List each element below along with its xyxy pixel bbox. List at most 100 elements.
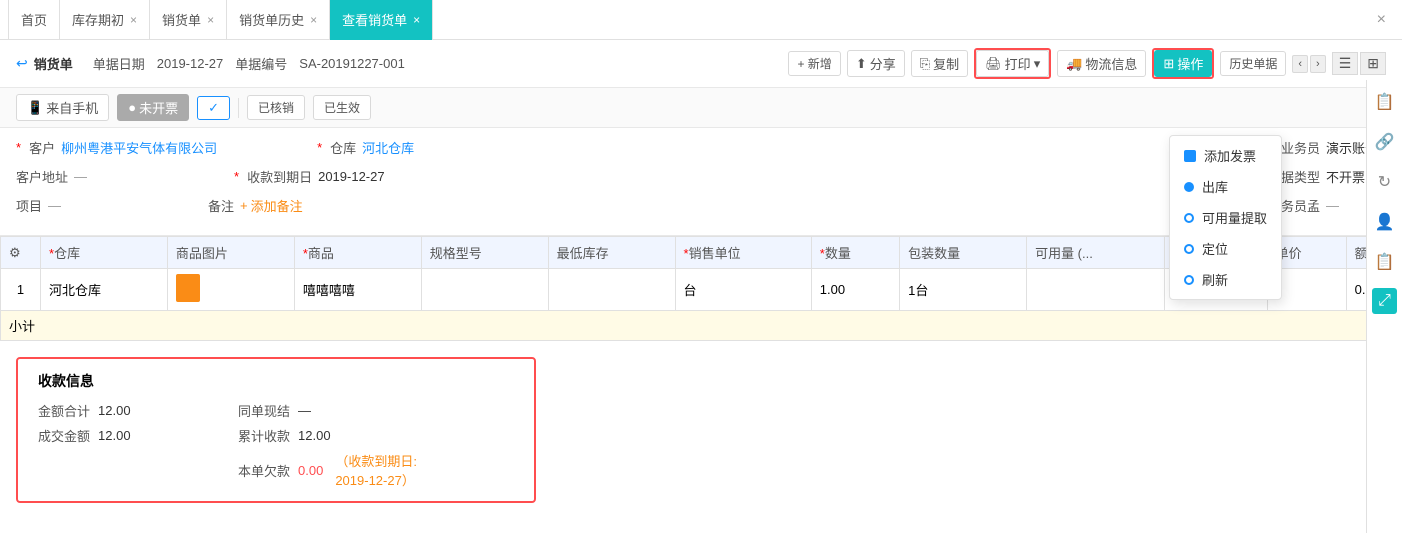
address-field: 客户地址 — xyxy=(16,167,134,186)
dropdown-menu: 添加发票 出库 可用量提取 定位 刷新 xyxy=(1169,135,1282,300)
due-date-label: 收款到期日 xyxy=(247,167,312,186)
notes-label: 备注 xyxy=(208,196,234,215)
sidebar-icon-2[interactable]: 🔗 xyxy=(1371,128,1399,156)
row-warehouse: 河北仓库 xyxy=(41,269,168,311)
logistics-button[interactable]: 🚚 物流信息 xyxy=(1057,50,1146,77)
settle-value: — xyxy=(298,403,311,418)
settle-label: 同单现结 xyxy=(238,401,290,420)
cancelled-button[interactable]: 已核销 xyxy=(247,95,305,120)
product-thumbnail xyxy=(176,274,200,302)
check-icon: ✓ xyxy=(208,100,219,116)
overdue-value: 0.00 xyxy=(298,463,323,478)
subtotal-row: 小计 xyxy=(1,311,1402,341)
doc-icon: ↩ xyxy=(16,55,28,72)
locate-item[interactable]: 定位 xyxy=(1170,233,1281,264)
list-view-button[interactable]: ☰ xyxy=(1332,52,1359,75)
window-close-button[interactable]: × xyxy=(1377,11,1394,29)
deal-label: 成交金额 xyxy=(38,426,90,445)
not-opened-button[interactable]: ● 未开票 xyxy=(117,94,189,121)
subtotal-label: 小计 xyxy=(1,311,1402,341)
sidebar-icon-5[interactable]: 📋 xyxy=(1371,248,1399,276)
outbound-item[interactable]: 出库 xyxy=(1170,171,1281,202)
tab-sales-order[interactable]: 销货单 × xyxy=(150,0,227,40)
tab-home[interactable]: 首页 xyxy=(8,0,60,40)
tab-close-sales[interactable]: × xyxy=(207,13,214,27)
copy-button[interactable]: ⎘ 复制 xyxy=(911,50,968,77)
customer-value[interactable]: 柳州粤港平安气体有限公司 xyxy=(61,138,217,157)
row-quantity: 1.00 xyxy=(811,269,899,311)
history-button[interactable]: 历史单据 xyxy=(1220,51,1286,76)
customer-label: 客户 xyxy=(29,138,55,157)
number-label: 单据编号 xyxy=(235,54,287,73)
share-button[interactable]: ⬆ 分享 xyxy=(847,50,905,77)
overdue-row: 本单欠款 0.00 （收款到期日: 2019-12-27） xyxy=(238,451,438,489)
next-button[interactable]: › xyxy=(1310,55,1326,73)
payment-box: 收款信息 金额合计 12.00 同单现结 — 成交金额 12.00 累计收款 1… xyxy=(16,357,536,503)
row-sales-unit: 台 xyxy=(675,269,811,311)
grid-icon: ⊞ xyxy=(1163,56,1174,72)
operations-button[interactable]: ⊞ 操作 xyxy=(1154,50,1212,77)
add-note-button[interactable]: + 添加备注 xyxy=(240,196,303,215)
mobile-icon: 📱 xyxy=(27,100,43,116)
grid-view-button[interactable]: ⊞ xyxy=(1360,52,1386,75)
row-min-stock xyxy=(548,269,675,311)
add-invoice-item[interactable]: 添加发票 xyxy=(1170,140,1281,171)
due-date-note: （收款到期日: 2019-12-27） xyxy=(335,451,438,489)
sidebar-icon-1[interactable]: 📋 xyxy=(1371,88,1399,116)
col-sales-unit: *销售单位 xyxy=(675,237,811,269)
col-available: 可用量 (... xyxy=(1027,237,1165,269)
truck-icon: 🚚 xyxy=(1066,56,1082,72)
tab-close-view[interactable]: × xyxy=(413,13,420,27)
tab-inventory-init[interactable]: 库存期初 × xyxy=(60,0,150,40)
cumulative-value: 12.00 xyxy=(298,428,331,443)
confirm-button[interactable]: ✓ xyxy=(197,96,230,120)
payment-total-row: 金额合计 12.00 xyxy=(38,401,238,420)
sub-toolbar: 📱 来自手机 ● 未开票 ✓ 已核销 已生效 xyxy=(0,88,1402,128)
print-button[interactable]: 🖨 打印 ▾ xyxy=(976,50,1049,77)
tab-close-inventory[interactable]: × xyxy=(130,13,137,27)
warehouse-field: * 仓库 河北仓库 xyxy=(317,138,422,157)
nav-arrows: ‹ › xyxy=(1292,55,1325,73)
same-order-settle-row: 同单现结 — xyxy=(238,401,438,420)
settings-icon[interactable]: ⚙ xyxy=(9,245,21,260)
operations-wrapper: ⊞ 操作 xyxy=(1152,48,1214,79)
due-date-field: * 收款到期日 2019-12-27 xyxy=(234,167,385,186)
sidebar-icon-expand[interactable]: ⤢ xyxy=(1372,288,1397,314)
copy-icon: ⎘ xyxy=(920,56,930,72)
cumulative-row: 累计收款 12.00 xyxy=(238,426,438,445)
overdue-label: 本单欠款 xyxy=(238,461,290,480)
row-product: 嘻嘻嘻嘻 xyxy=(294,269,421,311)
tab-sales-history[interactable]: 销货单历史 × xyxy=(227,0,330,40)
new-button[interactable]: + 新增 xyxy=(788,51,840,76)
tab-close-history[interactable]: × xyxy=(310,13,317,27)
col-pack-qty: 包装数量 xyxy=(900,237,1027,269)
date-value: 2019-12-27 xyxy=(157,56,224,71)
share-icon: ⬆ xyxy=(856,56,867,72)
project-label: 项目 xyxy=(16,196,42,215)
sidebar-icon-4[interactable]: 👤 xyxy=(1371,208,1399,236)
row-available xyxy=(1027,269,1165,311)
row-seq: 1 xyxy=(1,269,41,311)
staff-label: 业务员 xyxy=(1281,138,1320,157)
tab-view-sales[interactable]: 查看销货单 × xyxy=(330,0,433,40)
from-mobile-button[interactable]: 📱 来自手机 xyxy=(16,94,109,121)
warehouse-value[interactable]: 河北仓库 xyxy=(362,138,422,157)
address-value: — xyxy=(74,169,134,184)
invoice-icon xyxy=(1184,150,1196,162)
doc-meta: 单据日期 2019-12-27 单据编号 SA-20191227-001 xyxy=(93,54,405,73)
number-value: SA-20191227-001 xyxy=(299,56,405,71)
project-field: 项目 — xyxy=(16,196,108,215)
prev-button[interactable]: ‹ xyxy=(1292,55,1308,73)
available-qty-item[interactable]: 可用量提取 xyxy=(1170,202,1281,233)
right-sidebar: 📋 🔗 ↻ 👤 📋 ⤢ xyxy=(1366,80,1402,533)
notes-field: 备注 + 添加备注 xyxy=(208,196,303,215)
col-gear: ⚙ xyxy=(1,237,41,269)
tab-bar: 首页 库存期初 × 销货单 × 销货单历史 × 查看销货单 × × xyxy=(0,0,1402,40)
address-label: 客户地址 xyxy=(16,167,68,186)
refresh-item[interactable]: 刷新 xyxy=(1170,264,1281,295)
deal-value: 12.00 xyxy=(98,428,131,443)
refresh-icon xyxy=(1184,275,1194,285)
effective-button[interactable]: 已生效 xyxy=(313,95,371,120)
sidebar-icon-3[interactable]: ↻ xyxy=(1374,168,1395,196)
outbound-icon xyxy=(1184,182,1194,192)
